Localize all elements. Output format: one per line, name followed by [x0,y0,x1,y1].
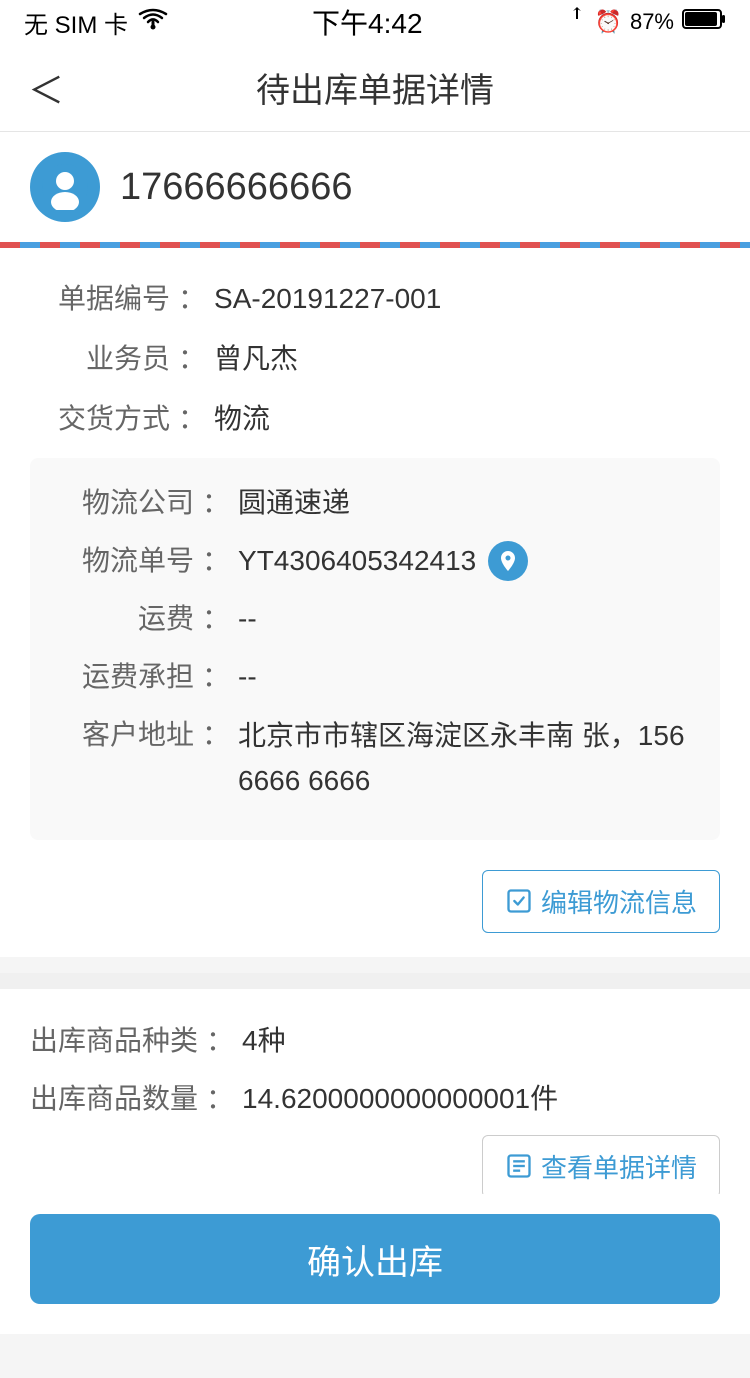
logistics-address-row: 客户地址 ： 北京市市辖区海淀区永丰南 张，156 6666 6666 [54,714,696,804]
logistics-address-value: 北京市市辖区海淀区永丰南 张，156 6666 6666 [238,714,696,804]
user-section: 17666666666 [0,132,750,242]
goods-quantity-row: 出库商品数量 ： 14.620000000000​0001件 [30,1077,720,1117]
logistics-freight-bearer-value: -- [238,656,696,698]
status-bar: 无 SIM 卡 下午4:42 ⏰ 87% [0,0,750,44]
logistics-tracking-label: 物流单号 [54,540,194,582]
view-order-detail-button[interactable]: 查看单据详情 [482,1135,720,1198]
goods-types-value: 4种 [242,1019,720,1059]
logistics-box: 物流公司 ： 圆通速递 物流单号 ： YT43064053424​13 运费 [30,458,720,840]
location-icon [567,7,587,37]
logistics-freight-label: 运费 [54,598,194,640]
logistics-freight-value: -- [238,598,696,640]
avatar [30,152,100,222]
confirm-outbound-button[interactable]: 确认出库 [30,1214,720,1304]
goods-types-label: 出库商品种类 [30,1019,198,1059]
logistics-freight-bearer-label: 运费承担 [54,656,194,698]
status-left: 无 SIM 卡 [24,5,168,40]
logistics-freight-row: 运费 ： -- [54,598,696,640]
goods-quantity-value: 14.620000000000​0001件 [242,1077,720,1117]
logistics-freight-bearer-row: 运费承担 ： -- [54,656,696,698]
view-btn-row: 查看单据详情 [30,1135,720,1198]
edit-logistics-button[interactable]: 编辑物流信息 [482,870,720,933]
logistics-address-label: 客户地址 [54,714,194,756]
status-time: 下午4:42 [312,2,423,42]
carrier-text: 无 SIM 卡 [24,5,128,40]
delivery-method-value: 物流 [214,398,720,440]
back-button[interactable]: ＜ [28,62,64,114]
section-divider [0,973,750,989]
confirm-btn-wrapper: 确认出库 [0,1194,750,1334]
battery-icon [682,8,726,36]
logistics-tracking-row: 物流单号 ： YT43064053424​13 [54,540,696,582]
user-phone: 17666666666 [120,166,352,209]
wifi-icon [138,8,168,37]
logistics-tracking-value: YT43064053424​13 [238,540,696,582]
order-no-value: SA-20191227-001 [214,278,720,320]
logistics-company-value: 圆通速递 [238,482,696,524]
page-title: 待出库单据详情 [256,63,494,112]
order-info-section: 单据编号 ： SA-20191227-001 业务员 ： 曾凡杰 交货方式 ： … [0,248,750,957]
salesperson-label: 业务员 [30,338,170,380]
goods-quantity-label: 出库商品数量 [30,1077,198,1117]
delivery-method-label: 交货方式 [30,398,170,440]
salesperson-row: 业务员 ： 曾凡杰 [30,338,720,380]
edit-logistics-label: 编辑物流信息 [541,883,697,920]
salesperson-value: 曾凡杰 [214,338,720,380]
track-location-button[interactable] [488,541,528,581]
goods-section: 出库商品种类 ： 4种 出库商品数量 ： 14.620000000000​000… [0,989,750,1218]
confirm-btn-label: 确认出库 [307,1235,443,1284]
order-no-row: 单据编号 ： SA-20191227-001 [30,278,720,320]
logistics-company-row: 物流公司 ： 圆通速递 [54,482,696,524]
nav-bar: ＜ 待出库单据详情 [0,44,750,132]
battery-text: 87% [630,9,674,35]
goods-types-row: 出库商品种类 ： 4种 [30,1019,720,1059]
status-right: ⏰ 87% [567,7,726,37]
logistics-company-label: 物流公司 [54,482,194,524]
alarm-icon: ⏰ [595,9,622,35]
view-order-detail-label: 查看单据详情 [541,1148,697,1185]
delivery-method-row: 交货方式 ： 物流 [30,398,720,440]
order-no-label: 单据编号 [30,278,170,320]
edit-btn-row: 编辑物流信息 [30,860,720,937]
